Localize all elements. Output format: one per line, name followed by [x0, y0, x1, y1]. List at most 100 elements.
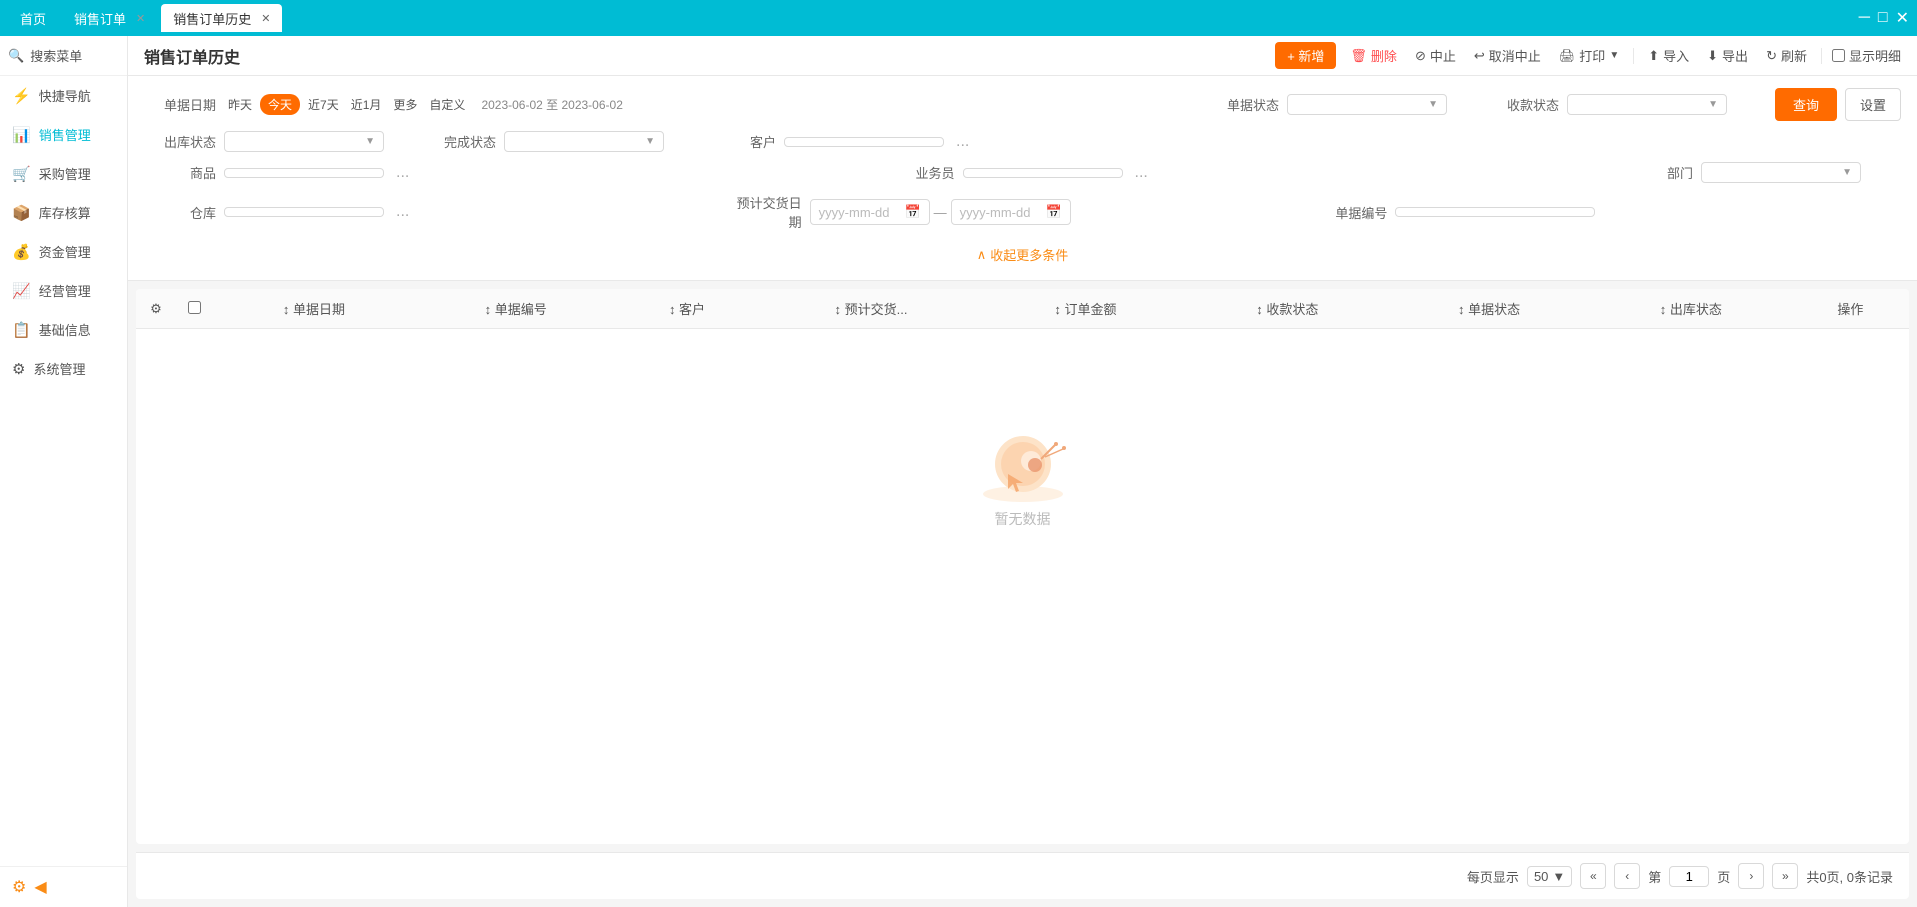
- empty-illustration: [963, 409, 1083, 509]
- collapse-more-conditions[interactable]: ∧ 收起更多条件: [144, 241, 1901, 268]
- delivery-date-to-input[interactable]: yyyy-mm-dd 📅: [951, 199, 1071, 225]
- customer-dots-button[interactable]: ...: [956, 133, 969, 151]
- date-tab-custom[interactable]: 自定义: [425, 95, 469, 114]
- th-date[interactable]: ↕ 单据日期: [213, 289, 415, 329]
- sidebar-item-operations[interactable]: 📈 经营管理: [0, 271, 127, 310]
- page-title: 销售订单历史: [144, 44, 240, 68]
- delivery-date-from-input[interactable]: yyyy-mm-dd 📅: [810, 199, 930, 225]
- close-sales-order-tab[interactable]: ✕: [136, 12, 145, 25]
- cancel-stop-button[interactable]: ↩ 取消中止: [1470, 46, 1545, 65]
- salesman-label: 业务员: [883, 163, 963, 182]
- toolbar-divider-2: [1821, 48, 1822, 64]
- dept-label: 部门: [1621, 163, 1701, 182]
- complete-select[interactable]: ▼: [504, 131, 664, 152]
- tab-home[interactable]: 首页: [8, 4, 58, 32]
- sidebar-item-sales[interactable]: 📊 销售管理: [0, 115, 127, 154]
- export-button[interactable]: ⬇ 导出: [1703, 46, 1752, 65]
- sidebar-bottom: ⚙ ◀: [0, 866, 127, 907]
- settings-bottom-icon[interactable]: ⚙: [12, 877, 26, 897]
- date-tab-yesterday[interactable]: 昨天: [224, 95, 256, 114]
- empty-state-cell: 暂无数据: [136, 329, 1909, 610]
- sales-icon: 📊: [12, 126, 31, 144]
- date-tabs: 昨天 今天 近7天 近1月 更多 自定义: [224, 94, 469, 115]
- goods-input[interactable]: [224, 168, 384, 178]
- display-detail-checkbox[interactable]: [1832, 49, 1845, 62]
- sidebar-item-purchase[interactable]: 🛒 采购管理: [0, 154, 127, 193]
- date-filter-control: 昨天 今天 近7天 近1月 更多 自定义 2023-06-02 至 2023-0…: [224, 94, 1207, 115]
- next-page-button[interactable]: ›: [1738, 863, 1764, 889]
- th-settings[interactable]: ⚙: [136, 289, 176, 329]
- tab-sales-order-history[interactable]: 销售订单历史 ✕: [161, 4, 282, 32]
- warehouse-dots-button[interactable]: ...: [396, 203, 409, 221]
- collapse-sidebar-icon[interactable]: ◀: [34, 877, 46, 897]
- dept-select[interactable]: ▼: [1701, 162, 1861, 183]
- page-size-select[interactable]: 50 ▼: [1527, 866, 1572, 887]
- refresh-button[interactable]: ↻ 刷新: [1762, 46, 1811, 65]
- delivery-select[interactable]: ▼: [224, 131, 384, 152]
- delete-button[interactable]: 🗑 删除: [1346, 46, 1401, 65]
- date-tab-today[interactable]: 今天: [260, 94, 300, 115]
- stop-button[interactable]: ⊘ 中止: [1411, 46, 1460, 65]
- settings-button[interactable]: 设置: [1845, 88, 1901, 121]
- import-button[interactable]: ⬆ 导入: [1644, 46, 1693, 65]
- total-records-label: 共0页, 0条记录: [1806, 867, 1893, 886]
- salesman-filter-control: ...: [963, 164, 1622, 182]
- th-delivery-date[interactable]: ↕ 预计交货...: [757, 289, 984, 329]
- status-label: 单据状态: [1207, 95, 1287, 114]
- th-customer[interactable]: ↕ 客户: [617, 289, 758, 329]
- close-window-icon[interactable]: ✕: [1896, 8, 1909, 28]
- display-detail-toggle[interactable]: 显示明细: [1832, 46, 1901, 65]
- sidebar-item-inventory[interactable]: 📦 库存核算: [0, 193, 127, 232]
- date-label: 单据日期: [144, 95, 224, 114]
- date-tab-1month[interactable]: 近1月: [347, 95, 386, 114]
- minimize-icon[interactable]: ─: [1859, 9, 1870, 27]
- cancel-stop-icon: ↩: [1474, 48, 1485, 64]
- close-sales-order-history-tab[interactable]: ✕: [261, 12, 270, 25]
- customer-filter-control: ...: [784, 133, 1901, 151]
- complete-chevron-icon: ▼: [645, 136, 655, 147]
- th-delivery-status[interactable]: ↕ 出库状态: [1590, 289, 1792, 329]
- date-tab-more[interactable]: 更多: [389, 95, 421, 114]
- prev-page-button[interactable]: ‹: [1614, 863, 1640, 889]
- status-select[interactable]: ▼: [1287, 94, 1447, 115]
- salesman-input[interactable]: [963, 168, 1123, 178]
- th-amount[interactable]: ↕ 订单金额: [985, 289, 1187, 329]
- filter-row-4: 仓库 ... 预计交货日期 yyyy-mm-dd 📅 — yyyy-mm-dd: [144, 193, 1901, 231]
- warehouse-input[interactable]: [224, 207, 384, 217]
- sidebar-item-basic-info[interactable]: 📋 基础信息: [0, 310, 127, 349]
- sidebar-search[interactable]: 🔍 搜索菜单: [0, 36, 127, 76]
- dept-filter-control: ▼: [1701, 162, 1901, 183]
- filter-area: 单据日期 昨天 今天 近7天 近1月 更多 自定义 2023-06-02 至 2…: [128, 76, 1917, 281]
- receipt-status-select[interactable]: ▼: [1567, 94, 1727, 115]
- sidebar-item-quick-nav[interactable]: ⚡ 快捷导航: [0, 76, 127, 115]
- th-doc-no[interactable]: ↕ 单据编号: [415, 289, 617, 329]
- goods-dots-button[interactable]: ...: [396, 164, 409, 182]
- window-controls: ─ □ ✕: [1859, 8, 1909, 28]
- date-tab-7days[interactable]: 近7天: [304, 95, 343, 114]
- th-receipt-status[interactable]: ↕ 收款状态: [1186, 289, 1388, 329]
- query-button[interactable]: 查询: [1775, 88, 1837, 121]
- first-page-button[interactable]: «: [1580, 863, 1606, 889]
- th-checkbox[interactable]: [176, 289, 213, 329]
- new-button[interactable]: + 新增: [1275, 42, 1336, 69]
- th-doc-status[interactable]: ↕ 单据状态: [1388, 289, 1590, 329]
- last-page-button[interactable]: »: [1772, 863, 1798, 889]
- filter-row-2: 出库状态 ▼ 完成状态 ▼ 客户 ...: [144, 131, 1901, 152]
- salesman-dots-button[interactable]: ...: [1135, 164, 1148, 182]
- customer-input[interactable]: [784, 137, 944, 147]
- sidebar-item-system[interactable]: ⚙ 系统管理: [0, 349, 127, 388]
- filter-row-3: 商品 ... 业务员 ... 部门 ▼: [144, 162, 1901, 183]
- page-number-input[interactable]: [1669, 866, 1709, 887]
- complete-label: 完成状态: [424, 132, 504, 151]
- select-all-checkbox[interactable]: [188, 301, 201, 314]
- basic-info-icon: 📋: [12, 321, 31, 339]
- dept-chevron-icon: ▼: [1842, 167, 1852, 178]
- doc-number-input[interactable]: [1395, 207, 1595, 217]
- delete-icon: 🗑: [1350, 48, 1367, 64]
- print-button[interactable]: 🖨 打印 ▼: [1555, 46, 1623, 65]
- content-header: 销售订单历史 + 新增 🗑 删除 ⊘ 中止 ↩ 取消中止 🖨: [128, 36, 1917, 76]
- sidebar-item-finance[interactable]: 💰 资金管理: [0, 232, 127, 271]
- inventory-icon: 📦: [12, 204, 31, 222]
- tab-sales-order[interactable]: 销售订单 ✕: [62, 4, 157, 32]
- maximize-icon[interactable]: □: [1878, 9, 1888, 27]
